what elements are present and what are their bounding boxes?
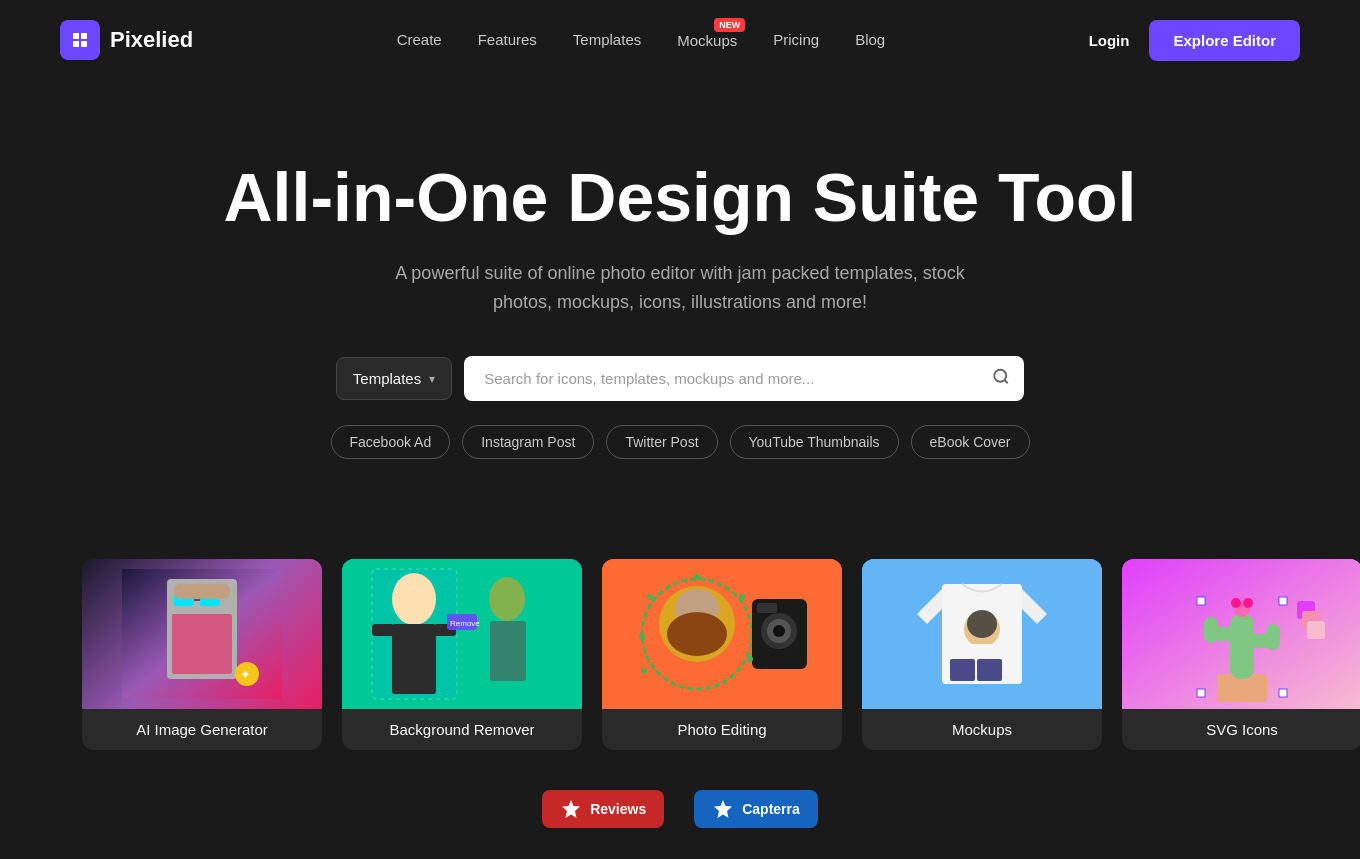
nav-mockups-wrap: Mockups NEW	[677, 32, 737, 49]
tag-facebook-ad[interactable]: Facebook Ad	[331, 425, 451, 459]
logo-icon	[60, 20, 100, 60]
search-category-label: Templates	[353, 370, 421, 387]
svg-rect-9	[172, 614, 232, 674]
card-svg-icons[interactable]: SVG Icons	[1122, 559, 1360, 750]
logo-text: Pixelied	[110, 27, 193, 53]
card-bg-label: Background Remover	[342, 709, 582, 750]
svg-point-54	[1243, 598, 1253, 608]
navbar: Pixelied Create Features Templates Mocku…	[0, 0, 1360, 80]
svg-rect-57	[1197, 689, 1205, 697]
card-ai-visual: ✦	[122, 569, 282, 699]
card-photo-label: Photo Editing	[602, 709, 842, 750]
nav-mockups[interactable]: Mockups	[677, 32, 737, 49]
tags-row: Facebook Ad Instagram Post Twitter Post …	[20, 425, 1340, 459]
card-photo-image	[602, 559, 842, 709]
tag-twitter-post[interactable]: Twitter Post	[606, 425, 717, 459]
svg-rect-43	[950, 659, 975, 681]
card-svg-label: SVG Icons	[1122, 709, 1360, 750]
svg-rect-47	[1230, 614, 1254, 679]
card-ai-image-generator[interactable]: ✦ AI Image Generator	[82, 559, 322, 750]
svg-point-35	[639, 634, 645, 640]
nav-templates[interactable]: Templates	[573, 31, 641, 48]
svg-rect-8	[174, 584, 230, 599]
footer-badges: Reviews Capterra	[0, 750, 1360, 848]
search-icon	[992, 367, 1010, 385]
svg-text:✦: ✦	[240, 667, 251, 682]
hero-subtitle: A powerful suite of online photo editor …	[370, 259, 990, 317]
tag-youtube-thumbnails[interactable]: YouTube Thumbnails	[730, 425, 899, 459]
svg-rect-56	[1279, 597, 1287, 605]
capterra-icon	[712, 798, 734, 820]
card-svg-visual	[1122, 559, 1360, 709]
feature-cards-row: ✦ AI Image Generator Remove	[0, 559, 1360, 750]
svg-rect-51	[1266, 624, 1280, 650]
search-button[interactable]	[992, 367, 1010, 390]
search-input[interactable]	[464, 356, 1024, 401]
card-svg-image	[1122, 559, 1360, 709]
nav-pricing[interactable]: Pricing	[773, 31, 819, 48]
nav-right: Login Explore Editor	[1089, 20, 1300, 61]
new-badge: NEW	[714, 18, 745, 32]
svg-rect-58	[1279, 689, 1287, 697]
svg-point-30	[773, 625, 785, 637]
login-button[interactable]: Login	[1089, 32, 1130, 49]
svg-point-34	[647, 594, 653, 600]
hero-title: All-in-One Design Suite Tool	[20, 160, 1340, 235]
svg-marker-63	[714, 800, 732, 818]
search-row: Templates ▾	[20, 356, 1340, 401]
svg-rect-0	[81, 41, 87, 47]
svg-point-42	[967, 610, 997, 638]
hero-section: All-in-One Design Suite Tool A powerful …	[0, 80, 1360, 559]
svg-rect-55	[1197, 597, 1205, 605]
svg-point-37	[641, 668, 647, 674]
svg-point-14	[392, 573, 436, 625]
svg-line-2	[1005, 380, 1008, 383]
card-ai-image: ✦	[82, 559, 322, 709]
explore-editor-button[interactable]: Explore Editor	[1149, 20, 1300, 61]
svg-rect-49	[1204, 617, 1218, 643]
search-input-wrap	[464, 356, 1024, 401]
card-background-remover[interactable]: Remove Background Remover	[342, 559, 582, 750]
svg-rect-31	[757, 603, 777, 613]
card-mockup-label: Mockups	[862, 709, 1102, 750]
card-mockup-visual	[862, 559, 1102, 709]
card-photo-visual	[602, 559, 842, 709]
reviews-badge: Reviews	[542, 790, 664, 828]
card-mockup-image	[862, 559, 1102, 709]
card-bg-image: Remove	[342, 559, 582, 709]
tag-ebook-cover[interactable]: eBook Cover	[911, 425, 1030, 459]
svg-rect-61	[1307, 621, 1325, 639]
chevron-down-icon: ▾	[429, 372, 435, 386]
card-mockups[interactable]: Mockups	[862, 559, 1102, 750]
svg-point-36	[747, 656, 753, 662]
reviews-icon	[560, 798, 582, 820]
nav-features[interactable]: Features	[478, 31, 537, 48]
svg-rect-15	[392, 624, 436, 694]
svg-point-33	[739, 594, 745, 600]
svg-point-32	[694, 574, 700, 580]
card-ai-label: AI Image Generator	[82, 709, 322, 750]
svg-point-18	[489, 577, 525, 621]
tag-instagram-post[interactable]: Instagram Post	[462, 425, 594, 459]
svg-point-1	[994, 370, 1006, 382]
svg-marker-62	[562, 800, 580, 818]
nav-blog[interactable]: Blog	[855, 31, 885, 48]
svg-rect-19	[490, 621, 526, 681]
search-category-dropdown[interactable]: Templates ▾	[336, 357, 452, 400]
nav-create[interactable]: Create	[397, 31, 442, 48]
card-photo-editing[interactable]: Photo Editing	[602, 559, 842, 750]
logo[interactable]: Pixelied	[60, 20, 193, 60]
svg-text:Remove: Remove	[450, 619, 480, 628]
svg-rect-16	[372, 624, 394, 636]
svg-point-26	[667, 612, 727, 656]
card-bg-visual: Remove	[342, 559, 582, 709]
capterra-label: Capterra	[742, 801, 800, 817]
svg-point-53	[1231, 598, 1241, 608]
capterra-badge: Capterra	[694, 790, 818, 828]
svg-rect-44	[977, 659, 1002, 681]
nav-links: Create Features Templates Mockups NEW Pr…	[397, 31, 886, 49]
reviews-label: Reviews	[590, 801, 646, 817]
